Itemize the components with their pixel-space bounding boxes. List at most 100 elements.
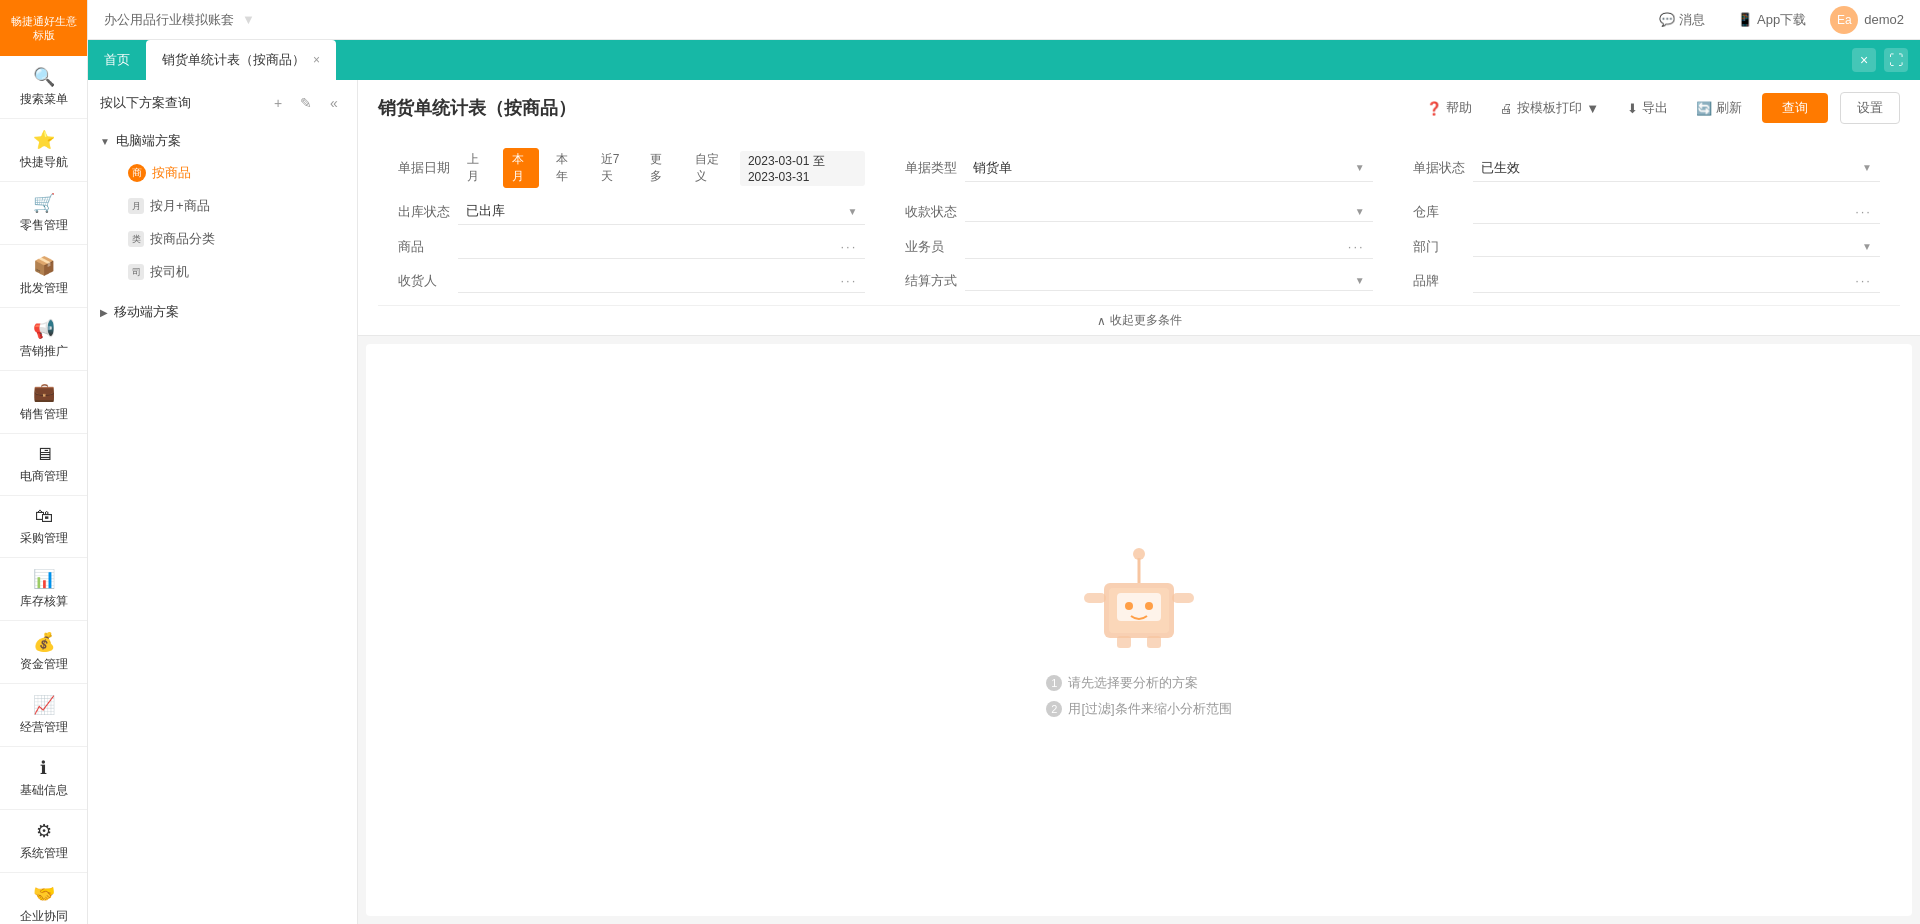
svg-rect-9 [1084, 593, 1106, 603]
scheme-item-month-goods[interactable]: 月 按月+商品 [96, 190, 349, 222]
tab-current[interactable]: 销货单统计表（按商品） × [146, 40, 336, 80]
sidebar-icon-1: ⭐ [33, 129, 55, 151]
date-cur-month-btn[interactable]: 本月 [503, 148, 540, 188]
edit-scheme-btn[interactable]: ✎ [295, 92, 317, 114]
tab-expand-btn[interactable]: ⛶ [1884, 48, 1908, 72]
print-icon: 🖨 [1500, 101, 1513, 116]
filter-cell-goods: 商品 ··· [398, 235, 865, 259]
sidebar-item-3[interactable]: 📦批发管理 [0, 245, 87, 308]
goods-dots[interactable]: ··· [840, 239, 857, 254]
payment-method-label: 结算方式 [905, 272, 965, 290]
brand-dots[interactable]: ··· [1855, 273, 1872, 288]
tab-close-window-btn[interactable]: × [1852, 48, 1876, 72]
sidebar-label-11: 基础信息 [20, 782, 68, 799]
sidebar-label-9: 资金管理 [20, 656, 68, 673]
dept-select[interactable]: ▼ [1473, 237, 1880, 257]
mobile-schemes-section: ▶ 移动端方案 [88, 293, 357, 331]
sidebar-item-12[interactable]: ⚙系统管理 [0, 810, 87, 873]
settings-button[interactable]: 设置 [1840, 92, 1900, 124]
tab-close-btn[interactable]: × [313, 53, 320, 67]
scheme-item-category[interactable]: 类 按商品分类 [96, 223, 349, 255]
staff-select[interactable]: ··· [965, 235, 1372, 259]
user-info[interactable]: Ea demo2 [1830, 6, 1904, 34]
date-label: 单据日期 [398, 159, 458, 177]
desktop-section-header[interactable]: ▼ 电脑端方案 [88, 126, 357, 156]
add-scheme-btn[interactable]: + [267, 92, 289, 114]
date-7days-btn[interactable]: 近7天 [592, 148, 634, 188]
payment-method-select[interactable]: ▼ [965, 271, 1372, 291]
sidebar-icon-0: 🔍 [33, 66, 55, 88]
query-button[interactable]: 查询 [1762, 93, 1828, 123]
sidebar-label-10: 经营管理 [20, 719, 68, 736]
export-btn[interactable]: ⬇ 导出 [1619, 95, 1676, 121]
svg-rect-10 [1172, 593, 1194, 603]
sidebar-icon-8: 📊 [33, 568, 55, 590]
tip-num-1: 1 [1046, 675, 1062, 691]
payment-status-select[interactable]: ▼ [965, 202, 1372, 222]
filter-row-1: 单据日期 上月 本月 本年 近7天 更多 自定义 2023-03-01 至 20… [398, 148, 1880, 188]
sidebar-icon-10: 📈 [33, 694, 55, 716]
filter-cell-doc-type: 单据类型 销货单 ▼ [905, 155, 1372, 182]
doc-type-select[interactable]: 销货单 ▼ [965, 155, 1372, 182]
sidebar-item-2[interactable]: 🛒零售管理 [0, 182, 87, 245]
date-cur-year-btn[interactable]: 本年 [547, 148, 584, 188]
staff-dots[interactable]: ··· [1348, 239, 1365, 254]
scheme-item-driver[interactable]: 司 按司机 [96, 256, 349, 288]
sidebar-item-1[interactable]: ⭐快捷导航 [0, 119, 87, 182]
tab-home[interactable]: 首页 [88, 40, 146, 80]
page-header-actions: ❓ 帮助 🖨 按模板打印 ▼ ⬇ 导出 🔄 [1418, 92, 1900, 124]
collapse-panel-btn[interactable]: « [323, 92, 345, 114]
mobile-section-header[interactable]: ▶ 移动端方案 [88, 297, 357, 327]
messages-btn[interactable]: 💬 消息 [1651, 7, 1713, 33]
empty-illustration [1079, 538, 1199, 658]
consignee-select[interactable]: ··· [458, 269, 865, 293]
payment-status-label: 收款状态 [905, 203, 965, 221]
sidebar-item-10[interactable]: 📈 经营管理 [0, 684, 87, 747]
date-range-display: 2023-03-01 至 2023-03-31 [740, 151, 865, 186]
date-prev-month-btn[interactable]: 上月 [458, 148, 495, 188]
tip-text-1: 请先选择要分析的方案 [1068, 670, 1198, 696]
desktop-section-label: 电脑端方案 [116, 132, 181, 150]
sidebar-label-0: 搜索菜单 [20, 91, 68, 108]
doc-status-select[interactable]: 已生效 ▼ [1473, 155, 1880, 182]
sidebar-item-0[interactable]: 🔍 搜索菜单 [0, 56, 87, 119]
scheme-icon-category: 类 [128, 231, 144, 247]
expand-icon: ▼ [100, 136, 110, 147]
refresh-btn[interactable]: 🔄 刷新 [1688, 95, 1750, 121]
sidebar-item-6[interactable]: 🖥电商管理 [0, 434, 87, 496]
goods-select[interactable]: ··· [458, 235, 865, 259]
scheme-item-goods[interactable]: 商 按商品 [96, 157, 349, 189]
sidebar-item-11[interactable]: ℹ基础信息 [0, 747, 87, 810]
sidebar-item-7[interactable]: 🛍采购管理 [0, 496, 87, 558]
doc-type-label: 单据类型 [905, 159, 965, 177]
scheme-icon-goods: 商 [128, 164, 146, 182]
sidebar-item-8[interactable]: 📊库存核算 [0, 558, 87, 621]
empty-tips: 1 请先选择要分析的方案 2 用[过滤]条件来缩小分析范围 [1046, 670, 1231, 722]
date-more-btn[interactable]: 更多 [641, 148, 678, 188]
phone-icon: 📱 [1737, 12, 1753, 27]
out-status-select[interactable]: 已出库 ▼ [458, 198, 865, 225]
consignee-dots[interactable]: ··· [840, 273, 857, 288]
sidebar-item-13[interactable]: 🤝 企业协同 [0, 873, 87, 924]
sidebar-label-13: 企业协同 [20, 908, 68, 924]
warehouse-dots[interactable]: ··· [1855, 204, 1872, 219]
print-btn[interactable]: 🖨 按模板打印 ▼ [1492, 95, 1607, 121]
collapse-filters-btn[interactable]: ∧ 收起更多条件 [378, 305, 1900, 335]
sidebar-item-5[interactable]: 💼销售管理 [0, 371, 87, 434]
sidebar-label-7: 采购管理 [20, 530, 68, 547]
date-custom-btn[interactable]: 自定义 [686, 148, 732, 188]
brand-select[interactable]: ··· [1473, 269, 1880, 293]
help-btn[interactable]: ❓ 帮助 [1418, 95, 1480, 121]
page-header: 销货单统计表（按商品） ❓ 帮助 🖨 按模板打印 ▼ ⬇ [358, 80, 1920, 336]
app-download-btn[interactable]: 📱 App下载 [1729, 7, 1814, 33]
mobile-section-label: 移动端方案 [114, 303, 179, 321]
sidebar-icon-5: 💼 [33, 381, 55, 403]
sidebar-icon-13: 🤝 [33, 883, 55, 905]
date-filter: 上月 本月 本年 近7天 更多 自定义 2023-03-01 至 2023-03… [458, 148, 865, 188]
sidebar-item-9[interactable]: 💰资金管理 [0, 621, 87, 684]
sidebar-item-4[interactable]: 📢营销推广 [0, 308, 87, 371]
filter-row-4: 收货人 ··· 结算方式 ▼ [398, 269, 1880, 293]
warehouse-select[interactable]: ··· [1473, 200, 1880, 224]
avatar: Ea [1830, 6, 1858, 34]
warehouse-label: 仓库 [1413, 203, 1473, 221]
